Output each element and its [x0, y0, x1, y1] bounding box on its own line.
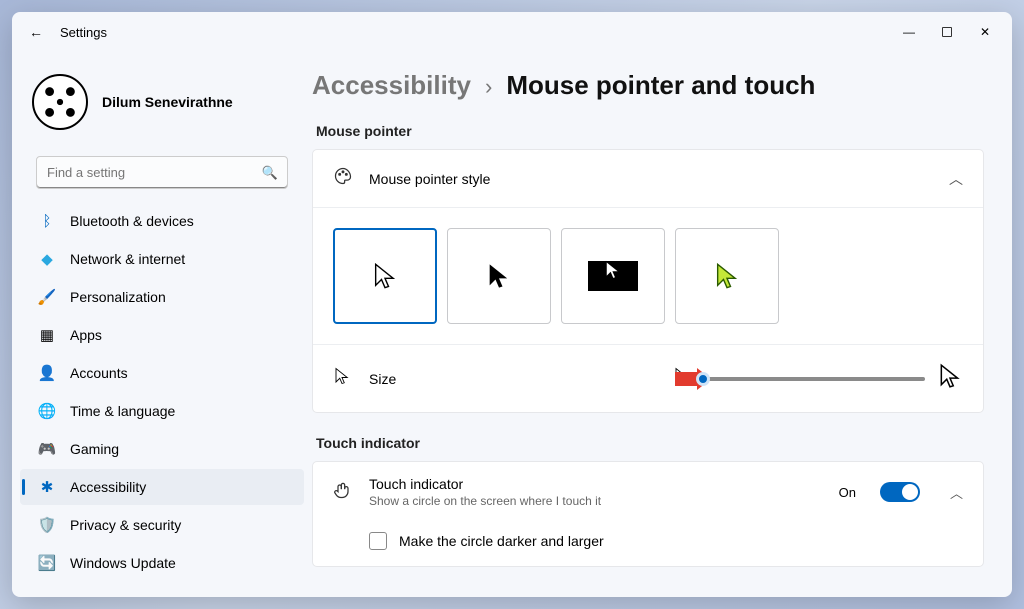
sidebar-item-apps[interactable]: ▦ Apps — [20, 317, 304, 353]
darker-larger-checkbox[interactable] — [369, 532, 387, 550]
username: Dilum Senevirathne — [102, 94, 233, 110]
breadcrumb: Accessibility › Mouse pointer and touch — [312, 62, 984, 119]
sidebar-item-personalization[interactable]: 🖌️ Personalization — [20, 279, 304, 315]
toggle-state-label: On — [839, 485, 856, 500]
search: 🔍 — [36, 156, 288, 189]
sidebar-item-update[interactable]: 🔄 Windows Update — [20, 545, 304, 581]
palette-icon — [333, 166, 353, 191]
touch-toggle[interactable] — [880, 482, 920, 502]
pointer-style-white[interactable] — [333, 228, 437, 324]
privacy-icon: 🛡️ — [38, 516, 56, 534]
accessibility-icon: ✱ — [38, 478, 56, 496]
gaming-icon: 🎮 — [38, 440, 56, 458]
sidebar-item-privacy[interactable]: 🛡️ Privacy & security — [20, 507, 304, 543]
pointer-style-custom[interactable] — [675, 228, 779, 324]
sidebar: Dilum Senevirathne 🔍 ᛒ Bluetooth & devic… — [12, 52, 312, 597]
touch-description: Show a circle on the screen where I touc… — [369, 494, 601, 508]
sidebar-item-label: Accessibility — [70, 479, 146, 495]
cursor-large-icon — [937, 363, 963, 394]
chevron-right-icon: › — [485, 74, 492, 100]
pointer-size-row: Size — [313, 344, 983, 412]
sidebar-item-label: Personalization — [70, 289, 166, 305]
slider-track[interactable] — [703, 377, 925, 381]
sidebar-item-label: Windows Update — [70, 555, 176, 571]
pointer-style-options — [333, 228, 963, 324]
sidebar-item-label: Gaming — [70, 441, 119, 457]
app-title: Settings — [60, 25, 107, 40]
pointer-size-slider[interactable] — [673, 363, 963, 394]
settings-window: ← Settings — ✕ Dilum Senevirathne 🔍 ᛒ Bl… — [12, 12, 1012, 597]
pointer-style-black[interactable] — [447, 228, 551, 324]
maximize-button[interactable] — [940, 25, 954, 39]
cursor-small-icon — [333, 367, 351, 390]
personalization-icon: 🖌️ — [38, 288, 56, 306]
window-controls: — ✕ — [902, 25, 1000, 39]
slider-thumb[interactable] — [696, 372, 710, 386]
pointer-size-label: Size — [369, 371, 396, 387]
close-button[interactable]: ✕ — [978, 25, 992, 39]
chevron-up-icon[interactable]: ︿ — [950, 483, 963, 502]
sidebar-item-bluetooth[interactable]: ᛒ Bluetooth & devices — [20, 203, 304, 239]
main: Accessibility › Mouse pointer and touch … — [312, 52, 1012, 597]
section-touch-title: Touch indicator — [316, 435, 984, 451]
touch-icon — [333, 480, 353, 505]
pointer-style-card: Mouse pointer style ︿ — [312, 149, 984, 413]
sidebar-item-network[interactable]: ◆ Network & internet — [20, 241, 304, 277]
sidebar-item-label: Apps — [70, 327, 102, 343]
pointer-style-inverted[interactable] — [561, 228, 665, 324]
minimize-button[interactable]: — — [902, 25, 916, 39]
search-icon: 🔍 — [262, 165, 278, 181]
titlebar: ← Settings — ✕ — [12, 12, 1012, 52]
bluetooth-icon: ᛒ — [38, 212, 56, 230]
pointer-style-label: Mouse pointer style — [369, 171, 490, 187]
sidebar-item-label: Privacy & security — [70, 517, 181, 533]
sidebar-item-label: Time & language — [70, 403, 175, 419]
avatar — [32, 74, 88, 130]
sidebar-item-label: Bluetooth & devices — [70, 213, 194, 229]
time-icon: 🌐 — [38, 402, 56, 420]
accounts-icon: 👤 — [38, 364, 56, 382]
page-title: Mouse pointer and touch — [506, 70, 815, 101]
sidebar-item-accounts[interactable]: 👤 Accounts — [20, 355, 304, 391]
checkbox-label: Make the circle darker and larger — [399, 533, 604, 549]
chevron-up-icon: ︿ — [949, 169, 963, 189]
sidebar-item-label: Accounts — [70, 365, 128, 381]
update-icon: 🔄 — [38, 554, 56, 572]
sidebar-item-gaming[interactable]: 🎮 Gaming — [20, 431, 304, 467]
back-button[interactable]: ← — [24, 20, 48, 44]
sidebar-item-time[interactable]: 🌐 Time & language — [20, 393, 304, 429]
sidebar-item-accessibility[interactable]: ✱ Accessibility — [20, 469, 304, 505]
pointer-style-header[interactable]: Mouse pointer style ︿ — [313, 150, 983, 208]
touch-indicator-card: Touch indicator Show a circle on the scr… — [312, 461, 984, 567]
section-mouse-title: Mouse pointer — [316, 123, 984, 139]
sidebar-item-label: Network & internet — [70, 251, 185, 267]
breadcrumb-parent[interactable]: Accessibility — [312, 70, 471, 101]
network-icon: ◆ — [38, 250, 56, 268]
apps-icon: ▦ — [38, 326, 56, 344]
profile[interactable]: Dilum Senevirathne — [20, 64, 304, 148]
search-input[interactable] — [36, 156, 288, 189]
touch-heading: Touch indicator — [369, 476, 601, 492]
